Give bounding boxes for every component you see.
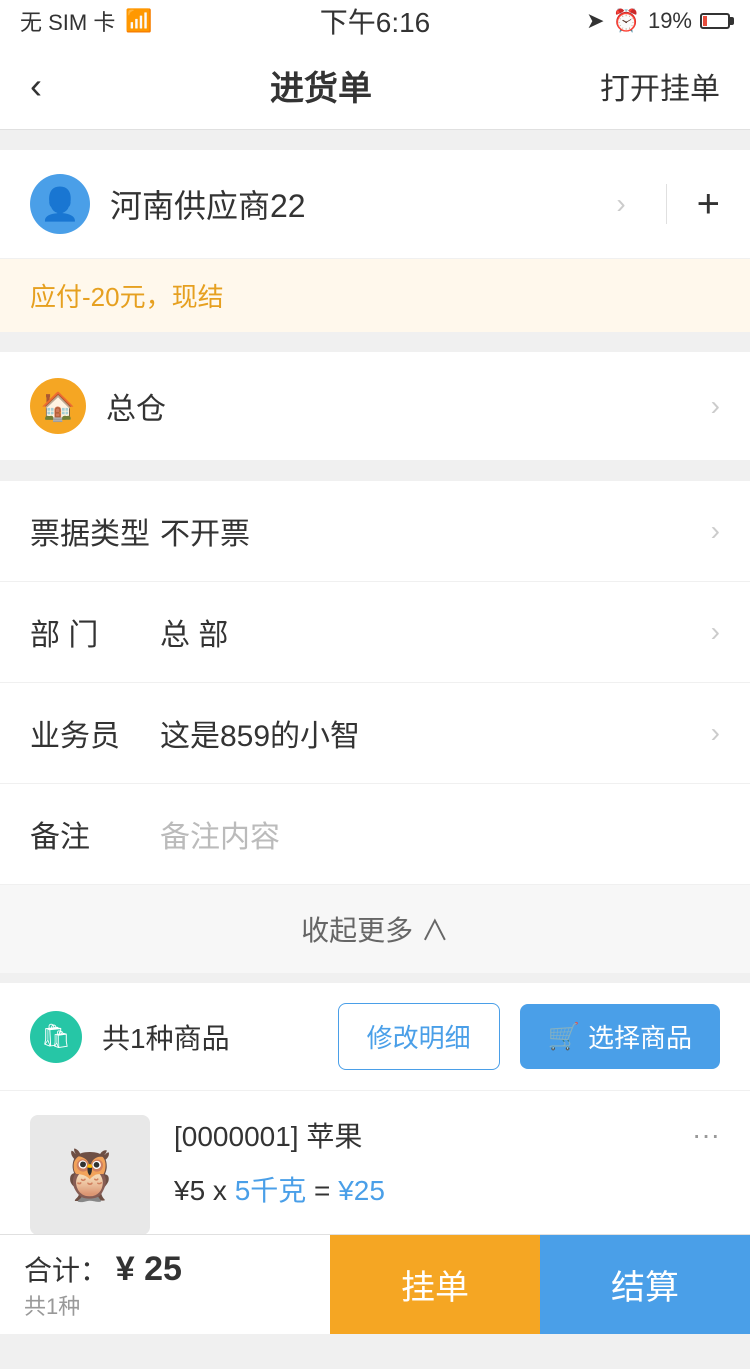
salesperson-value: 这是859的小智	[160, 711, 711, 755]
total-count: 共1种	[24, 1289, 306, 1321]
form-section: 票据类型 不开票 › 部 门 总 部 › 业务员 这是859的小智 › 备注 备…	[0, 481, 750, 885]
status-right: ➤ ⏰ 19%	[586, 8, 730, 34]
salesperson-row[interactable]: 业务员 这是859的小智 ›	[0, 683, 750, 784]
bottom-bar: 合计： ¥ 25 共1种 挂单 结算	[0, 1234, 750, 1334]
supplier-section: 👤 河南供应商22 › + 应付-20元，现结	[0, 150, 750, 332]
invoice-type-value: 不开票	[160, 509, 711, 553]
product-name: [0000001] 苹果	[174, 1115, 668, 1155]
page-title: 进货单	[270, 61, 372, 110]
alarm-icon: ⏰	[613, 8, 640, 34]
shopping-bag-icon: 🛍	[41, 1022, 71, 1051]
warehouse-label: 总仓	[106, 384, 711, 428]
warehouse-row[interactable]: 🏠 总仓 ›	[0, 352, 750, 461]
supplier-chevron-icon: ›	[616, 188, 625, 220]
department-value: 总 部	[160, 610, 711, 654]
department-row[interactable]: 部 门 总 部 ›	[0, 582, 750, 683]
nav-bar: ‹ 进货单 打开挂单	[0, 42, 750, 130]
product-more-button[interactable]: ···	[692, 1119, 720, 1151]
remark-row[interactable]: 备注 备注内容	[0, 784, 750, 885]
product-price-row: ¥5 x 5千克 = ¥25	[174, 1169, 668, 1209]
warehouse-icon: 🏠	[41, 390, 76, 423]
total-section: 合计： ¥ 25 共1种	[0, 1235, 330, 1334]
status-left: 无 SIM 卡 📶	[20, 5, 153, 37]
supplier-row[interactable]: 👤 河南供应商22 › +	[0, 150, 750, 259]
supplier-avatar: 👤	[30, 174, 90, 234]
products-section: 🛍 共1种商品 修改明细 🛒 选择商品 🦉 [0000001] 苹果 ¥5 x …	[0, 983, 750, 1259]
wifi-icon: 📶	[125, 8, 152, 34]
remark-placeholder: 备注内容	[160, 812, 720, 856]
total-row: 合计： ¥ 25	[24, 1249, 306, 1289]
product-total-price: ¥25	[338, 1175, 385, 1206]
product-equals: =	[306, 1175, 338, 1206]
warehouse-icon-wrapper: 🏠	[30, 378, 86, 434]
invoice-type-row[interactable]: 票据类型 不开票 ›	[0, 481, 750, 582]
select-product-label: 选择商品	[588, 1018, 692, 1055]
status-time: 下午6:16	[320, 1, 431, 41]
remark-label: 备注	[30, 812, 160, 856]
add-supplier-button[interactable]: +	[697, 182, 720, 227]
hold-button-label: 挂单	[401, 1260, 469, 1309]
product-image-placeholder-icon: 🦉	[59, 1146, 121, 1205]
collapse-row[interactable]: 收起更多 ∧	[0, 885, 750, 973]
collapse-label: 收起更多 ∧	[301, 909, 449, 949]
divider-1	[0, 332, 750, 352]
products-header: 🛍 共1种商品 修改明细 🛒 选择商品	[0, 983, 750, 1090]
total-label: 合计：	[24, 1255, 108, 1286]
cart-icon: 🛒	[548, 1021, 580, 1052]
status-bar: 无 SIM 卡 📶 下午6:16 ➤ ⏰ 19%	[0, 0, 750, 42]
invoice-type-chevron-icon: ›	[711, 515, 720, 547]
invoice-type-label: 票据类型	[30, 509, 160, 553]
edit-detail-button[interactable]: 修改明细	[338, 1003, 500, 1070]
battery-label: 19%	[648, 8, 692, 34]
checkout-button[interactable]: 结算	[540, 1235, 750, 1334]
more-icon: ···	[692, 1119, 720, 1151]
hold-button[interactable]: 挂单	[330, 1235, 540, 1334]
open-hold-button[interactable]: 打开挂单	[600, 64, 720, 108]
product-unit-price: ¥5 x	[174, 1175, 235, 1206]
salesperson-label: 业务员	[30, 711, 160, 755]
select-product-button[interactable]: 🛒 选择商品	[520, 1004, 720, 1069]
product-id: [0000001]	[174, 1121, 306, 1152]
product-quantity: 5千克	[235, 1175, 307, 1206]
supplier-alert-banner: 应付-20元，现结	[0, 259, 750, 332]
supplier-name: 河南供应商22	[110, 181, 616, 227]
person-icon: 👤	[40, 185, 80, 223]
location-icon: ➤	[586, 8, 604, 34]
warehouse-chevron-icon: ›	[711, 390, 720, 422]
divider-3	[0, 973, 750, 983]
department-label: 部 门	[30, 610, 160, 654]
checkout-button-label: 结算	[611, 1260, 679, 1309]
top-divider	[0, 130, 750, 150]
battery-icon	[700, 13, 730, 29]
product-info: [0000001] 苹果 ¥5 x 5千克 = ¥25	[174, 1115, 668, 1209]
warehouse-section: 🏠 总仓 ›	[0, 352, 750, 461]
total-amount: ¥ 25	[116, 1250, 182, 1288]
product-count-icon-wrapper: 🛍	[30, 1011, 82, 1063]
product-count-text: 共1种商品	[102, 1017, 318, 1057]
back-button[interactable]: ‹	[30, 65, 42, 107]
supplier-divider	[666, 184, 667, 224]
product-thumbnail: 🦉	[30, 1115, 150, 1235]
carrier-label: 无 SIM 卡	[20, 5, 115, 37]
alert-text: 应付-20元，现结	[30, 282, 224, 312]
product-title: 苹果	[306, 1121, 362, 1152]
department-chevron-icon: ›	[711, 616, 720, 648]
salesperson-chevron-icon: ›	[711, 717, 720, 749]
divider-2	[0, 461, 750, 481]
